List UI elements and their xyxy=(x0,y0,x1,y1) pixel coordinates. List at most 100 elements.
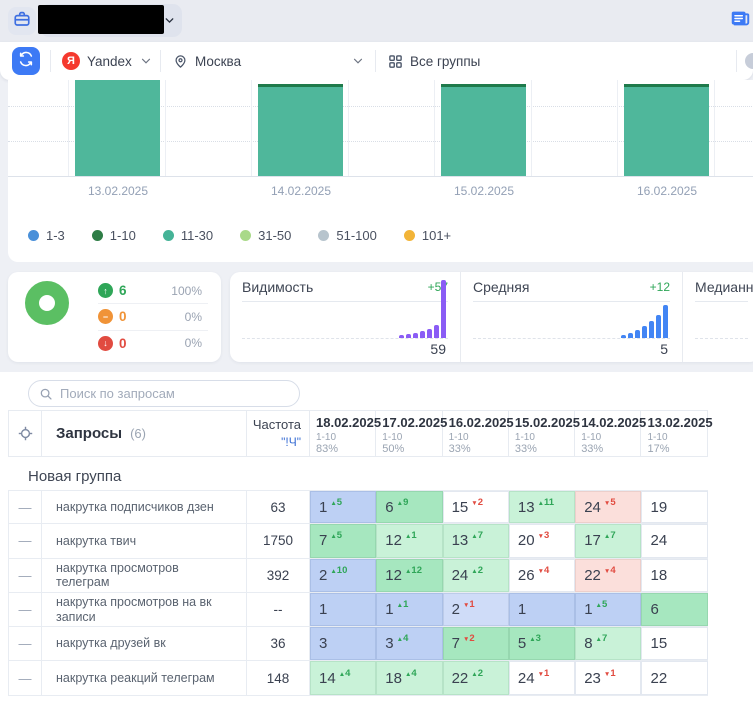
row-drag-handle[interactable]: — xyxy=(8,558,42,593)
donut-stat-row: ↑ 6 100% xyxy=(98,278,208,305)
position-cell: 24 xyxy=(641,524,708,559)
header-range: 1-10 xyxy=(316,432,337,443)
groups-label: Все группы xyxy=(410,53,481,69)
position-bar[interactable] xyxy=(75,80,160,176)
legend-item[interactable]: 31-50 xyxy=(240,228,291,243)
region-selector[interactable]: Москва xyxy=(173,42,365,80)
position-cell: 24 ▼5 xyxy=(575,490,642,525)
position-value: 2 xyxy=(451,601,460,619)
region-label: Москва xyxy=(195,53,242,69)
target-column-header[interactable] xyxy=(8,411,42,457)
queries-column-header[interactable]: Запросы (6) xyxy=(42,411,247,457)
triangle-up-icon: ▲ xyxy=(404,567,412,575)
header-percent: 50% xyxy=(382,443,405,455)
date-column-header[interactable]: 13.02.2025 1-10 17% xyxy=(641,411,713,457)
position-cell: 6 xyxy=(641,592,708,628)
queries-count: (6) xyxy=(130,426,146,441)
groups-grid-icon xyxy=(388,54,403,69)
stat-percent: 0% xyxy=(184,309,202,324)
refresh-button[interactable] xyxy=(12,47,40,75)
position-value: 12 xyxy=(385,532,402,550)
position-bar[interactable] xyxy=(258,87,343,176)
row-drag-handle[interactable]: — xyxy=(8,490,42,525)
triangle-down-icon: ▼ xyxy=(537,567,545,575)
delta-down: ▼2 xyxy=(471,496,484,508)
frequency-cell: 63 xyxy=(247,490,310,525)
legend-item[interactable]: 51-100 xyxy=(318,228,377,243)
sparkline-bar xyxy=(427,329,432,338)
position-cell: 6 ▲9 xyxy=(376,490,443,525)
sparkline-bar xyxy=(663,305,668,338)
triangle-down-icon: ▼ xyxy=(462,602,470,610)
query-cell[interactable]: накрутка твич xyxy=(42,524,247,559)
triangle-up-icon: ▲ xyxy=(330,567,337,575)
date-column-header[interactable]: 14.02.2025 1-10 33% xyxy=(575,411,646,457)
news-feed-button[interactable] xyxy=(727,7,753,33)
search-engine-selector[interactable]: Я Yandex xyxy=(62,42,153,80)
position-value: 2 xyxy=(319,566,328,584)
header-percent: 33% xyxy=(514,443,537,455)
query-cell[interactable]: накрутка подписчиков дзен xyxy=(42,490,247,525)
position-cell: 3 xyxy=(310,627,377,662)
project-selector[interactable] xyxy=(38,4,182,37)
row-drag-handle[interactable]: — xyxy=(8,627,42,662)
chevron-down-icon xyxy=(353,58,363,64)
query-cell[interactable]: накрутка друзей вк xyxy=(42,627,247,662)
group-label[interactable]: Новая группа xyxy=(28,468,121,485)
sparkline-bar xyxy=(420,331,425,338)
position-cell: 12 ▲12 xyxy=(376,558,443,593)
legend-item[interactable]: 1-3 xyxy=(28,228,65,243)
position-bar[interactable] xyxy=(441,87,526,176)
position-value: 1 xyxy=(584,601,593,619)
date-column-header[interactable]: 15.02.2025 1-10 33% xyxy=(508,411,580,457)
row-drag-handle[interactable]: — xyxy=(8,524,42,559)
legend-item[interactable]: 11-30 xyxy=(162,228,213,243)
row-drag-handle[interactable]: — xyxy=(8,661,42,696)
delta-up: ▲4 xyxy=(404,667,417,679)
sparkline-bar xyxy=(635,330,640,338)
sparkline-bar xyxy=(628,333,633,338)
date-column-header[interactable]: 18.02.2025 1-10 83% xyxy=(310,411,381,457)
position-cell: 12 ▲1 xyxy=(376,524,443,559)
delta-down: ▼1 xyxy=(537,667,550,679)
metric-видимость: Видимость +57 59 xyxy=(230,272,460,362)
frequency-cell: 36 xyxy=(247,627,310,662)
frequency-mode[interactable]: "!Ч" xyxy=(247,435,301,449)
position-cell: 3 ▲4 xyxy=(376,627,443,662)
position-value: 18 xyxy=(385,669,402,687)
position-value: 24 xyxy=(584,498,601,516)
sparkline-bar xyxy=(621,335,626,338)
date-column-header[interactable]: 17.02.2025 1-10 50% xyxy=(376,411,447,457)
legend-item[interactable]: 1-10 xyxy=(91,228,136,243)
projects-button[interactable] xyxy=(8,7,36,35)
sparkline-bar xyxy=(656,315,661,338)
row-drag-handle[interactable]: — xyxy=(8,592,42,628)
frequency-cell: -- xyxy=(247,592,310,628)
delta-up: ▲5 xyxy=(330,496,343,508)
toolbar-right-button[interactable] xyxy=(745,53,753,69)
query-cell[interactable]: накрутка просмотров на вк записи xyxy=(42,592,247,628)
position-value: 5 xyxy=(517,635,527,653)
position-value: 24 xyxy=(517,669,535,687)
groups-selector[interactable]: Все группы xyxy=(388,42,480,80)
legend-dot-icon xyxy=(318,230,330,241)
legend-item[interactable]: 101+ xyxy=(403,228,451,243)
table-row: — накрутка подписчиков дзен 63 1 ▲5 6 ▲9 15 ▼2 13… xyxy=(8,490,708,525)
metric-sparkline xyxy=(621,305,668,338)
metric-title: Видимость xyxy=(242,278,314,295)
briefcase-icon xyxy=(13,10,31,33)
legend-dot-icon xyxy=(28,230,39,241)
metric-value: 5 xyxy=(660,341,668,357)
position-cell: 26 ▼4 xyxy=(508,559,576,593)
date-column-header[interactable]: 16.02.2025 1-10 33% xyxy=(442,411,514,457)
query-cell[interactable]: накрутка просмотров телеграм xyxy=(42,558,247,593)
position-value: 3 xyxy=(385,635,394,653)
search-input[interactable] xyxy=(60,386,289,401)
position-bar[interactable] xyxy=(624,87,709,176)
query-cell[interactable]: накрутка реакций телеграм xyxy=(42,661,247,696)
chart-axis xyxy=(8,176,753,177)
header-percent: 33% xyxy=(448,443,471,455)
header-date: 15.02.2025 xyxy=(514,415,580,430)
delta-down: ▼1 xyxy=(603,667,616,679)
sparkline-bar xyxy=(406,334,411,338)
